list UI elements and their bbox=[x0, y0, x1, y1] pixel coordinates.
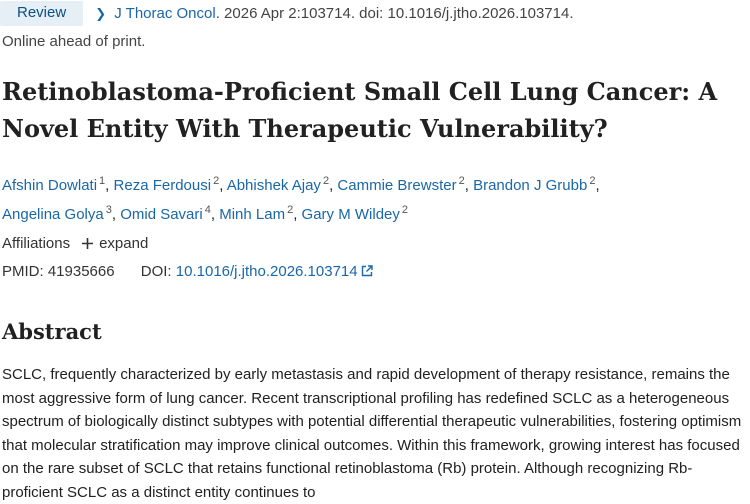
abstract-text: SCLC, frequently characterized by early … bbox=[2, 366, 742, 501]
author-link[interactable]: Cammie Brewster bbox=[337, 177, 456, 194]
article-type-badge: Review bbox=[0, 0, 84, 26]
author-link[interactable]: Afshin Dowlati bbox=[2, 177, 97, 194]
affiliation-number[interactable]: 4 bbox=[205, 204, 211, 216]
citation-bar: Review ❯ J Thorac Oncol. 2026 Apr 2:1037… bbox=[0, 0, 750, 26]
author-link[interactable]: Brandon J Grubb bbox=[473, 177, 587, 194]
affiliation-number[interactable]: 3 bbox=[106, 204, 112, 216]
plus-icon bbox=[82, 238, 94, 249]
author-link[interactable]: Omid Savari bbox=[120, 206, 203, 223]
author-list: Afshin Dowlati 1, Reza Ferdousi 2, Abhishe… bbox=[2, 175, 600, 223]
author-link[interactable]: Minh Lam bbox=[219, 206, 285, 223]
expand-label: expand bbox=[99, 235, 149, 252]
abstract-heading: Abstract bbox=[2, 319, 102, 344]
article-title: Retinoblastoma-Proficient Small Cell Lun… bbox=[2, 77, 718, 143]
affiliation-number[interactable]: 2 bbox=[323, 175, 329, 187]
citation-line: ❯ J Thorac Oncol. 2026 Apr 2:103714. doi… bbox=[95, 5, 573, 22]
identifiers-row: PMID: 41935666 DOI: 10.1016/j.jtho.2026.… bbox=[2, 263, 373, 280]
affiliation-number[interactable]: 2 bbox=[213, 175, 219, 187]
affiliation-number[interactable]: 2 bbox=[287, 204, 293, 216]
chevron-right-icon[interactable]: ❯ bbox=[95, 6, 106, 21]
citation-details: . 2026 Apr 2:103714. doi: 10.1016/j.jtho… bbox=[215, 4, 574, 22]
affiliation-number[interactable]: 2 bbox=[589, 175, 595, 187]
external-link-icon bbox=[361, 265, 373, 277]
affiliation-number[interactable]: 2 bbox=[459, 175, 465, 187]
pmid-label: PMID: bbox=[2, 263, 44, 280]
affiliation-number[interactable]: 1 bbox=[99, 175, 105, 187]
expand-affiliations-button[interactable]: expand bbox=[82, 235, 148, 252]
author-link[interactable]: Gary M Wildey bbox=[302, 206, 400, 223]
doi-link[interactable]: 10.1016/j.jtho.2026.103714 bbox=[176, 263, 373, 280]
doi-label: DOI: bbox=[140, 263, 172, 280]
affiliations-label: Affiliations bbox=[2, 235, 71, 252]
publication-status: Online ahead of print. bbox=[2, 33, 146, 50]
affiliation-number[interactable]: 2 bbox=[402, 204, 408, 216]
author-link[interactable]: Reza Ferdousi bbox=[114, 177, 212, 194]
doi-value: 10.1016/j.jtho.2026.103714 bbox=[175, 263, 358, 280]
author-link[interactable]: Angelina Golya bbox=[2, 206, 104, 223]
author-link[interactable]: Abhishek Ajay bbox=[227, 177, 321, 194]
pmid-value: 41935666 bbox=[47, 263, 115, 280]
journal-link[interactable]: J Thorac Oncol bbox=[114, 5, 215, 22]
affiliations-row: Affiliations expand bbox=[2, 235, 148, 252]
